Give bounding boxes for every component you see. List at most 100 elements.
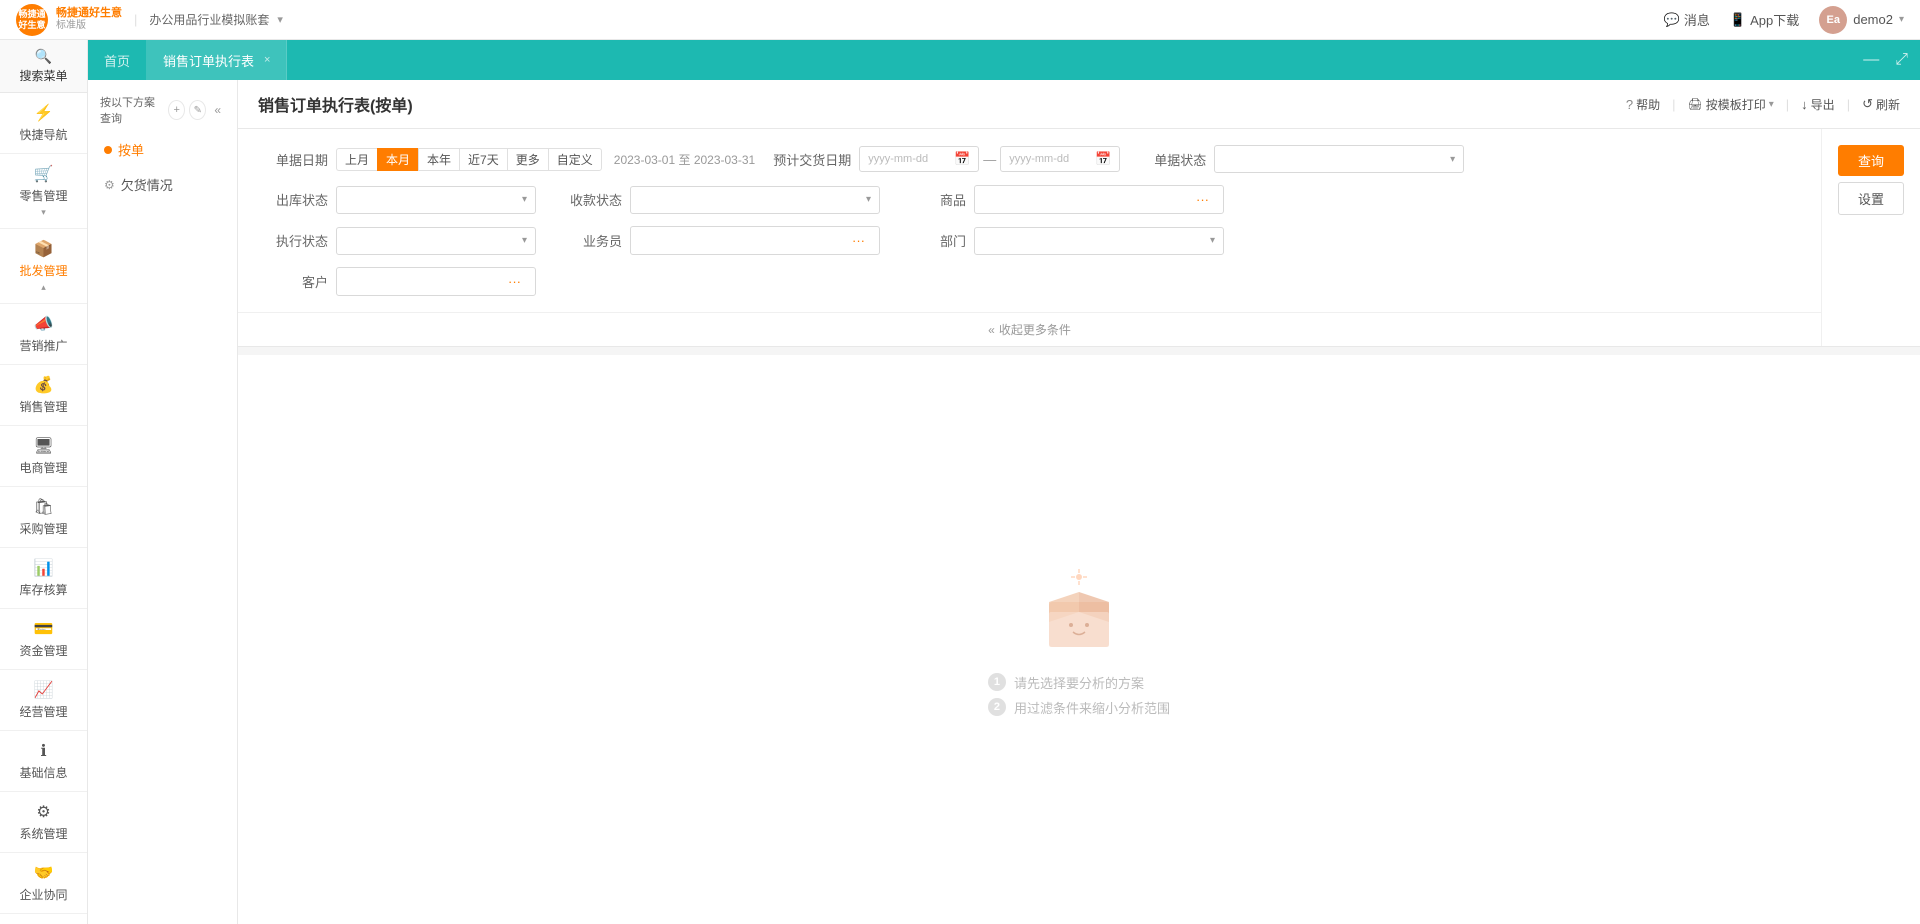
help-link[interactable]: ? 帮助 — [1626, 96, 1660, 113]
operations-icon: 📈 — [34, 680, 54, 700]
sidebar-item-wholesale[interactable]: 📦 批发管理 ▴ — [0, 229, 87, 304]
app-edition: 标准版 — [56, 20, 122, 32]
date-tab-last-month[interactable]: 上月 — [336, 148, 377, 171]
sidebar-item-retail[interactable]: 🛒 零售管理 ▾ — [0, 154, 87, 229]
filter-group-customer: 客户 ··· — [258, 267, 536, 296]
tab-minimize-btn[interactable]: — — [1859, 47, 1883, 73]
calendar-start-icon: 📅 — [954, 151, 970, 167]
sidebar-item-ecommerce[interactable]: 🖥 电商管理 — [0, 426, 87, 487]
print-link[interactable]: 🖨 按模板打印 ▾ — [1688, 96, 1774, 113]
tab-sales-order-exec[interactable]: 销售订单执行表 × — [147, 40, 287, 80]
sidebar-item-label: 零售管理 — [19, 187, 67, 204]
user-profile[interactable]: Ea demo2 ▾ — [1819, 6, 1904, 34]
collection-select[interactable]: ▾ — [630, 186, 880, 214]
system-dropdown-arrow[interactable]: ▾ — [277, 13, 283, 26]
product-more-btn[interactable]: ··· — [1190, 190, 1215, 209]
sidebar-item-operations[interactable]: 📈 经营管理 — [0, 670, 87, 731]
filter-group-status: 单据状态 ▾ — [1136, 145, 1464, 173]
tab-maximize-btn[interactable]: ⤢ — [1891, 47, 1912, 73]
sidebar: 🔍 搜索菜单 ⚡ 快捷导航 🛒 零售管理 ▾ 📦 批发管理 ▴ 📣 营销推广 💰… — [0, 40, 88, 924]
print-dropdown-arrow[interactable]: ▾ — [1769, 99, 1774, 110]
outbound-select[interactable]: ▾ — [336, 186, 536, 214]
tab-home[interactable]: 首页 — [88, 40, 147, 80]
salesperson-select[interactable]: ··· — [630, 226, 880, 255]
enterprise-icon: 🤝 — [34, 863, 54, 883]
top-bar: 畅捷通好生意 畅捷通好生意 标准版 | 办公用品行业模拟账套 ▾ 💬 消息 📱 … — [0, 0, 1920, 40]
sidebar-item-label: 资金管理 — [19, 642, 67, 659]
date-tab-more[interactable]: 更多 — [507, 148, 548, 171]
collapse-btn[interactable]: « 收起更多条件 — [980, 319, 1079, 340]
product-select[interactable]: ··· — [974, 185, 1224, 214]
date-input-group: yyyy-mm-dd 📅 — yyyy-mm-dd 📅 — [859, 146, 1120, 172]
date-input-start[interactable]: yyyy-mm-dd 📅 — [859, 146, 979, 172]
sub-nav-item-by-debt[interactable]: ⚙ 欠货情况 — [88, 167, 237, 202]
filter-group-product: 商品 ··· — [896, 185, 1224, 214]
sidebar-item-finance[interactable]: 💳 资金管理 — [0, 609, 87, 670]
date-tab-custom[interactable]: 自定义 — [548, 148, 602, 171]
date-range-text: 2023-03-01 至 2023-03-31 — [614, 151, 755, 168]
exec-select[interactable]: ▾ — [336, 227, 536, 255]
sidebar-item-inventory[interactable]: 📊 库存核算 — [0, 548, 87, 609]
ecommerce-icon: 🖥 — [33, 436, 53, 456]
filter-fields: 单据日期 上月 本月 本年 近7天 更多 自定义 — [238, 129, 1821, 346]
date-tab-this-month[interactable]: 本月 — [377, 148, 418, 171]
page-title: 销售订单执行表(按单) — [258, 92, 413, 128]
sidebar-search-label: 搜索菜单 — [4, 67, 83, 84]
sidebar-item-system[interactable]: ⚙ 系统管理 — [0, 792, 87, 853]
edit-icon: ✎ — [194, 105, 202, 116]
message-btn[interactable]: 💬 消息 — [1664, 10, 1710, 29]
filter-row-2: 出库状态 ▾ 收款状态 — [258, 185, 1801, 214]
sidebar-item-marketing[interactable]: 📣 营销推广 — [0, 304, 87, 365]
date-tab-last-7[interactable]: 近7天 — [459, 148, 507, 171]
sub-nav-edit-btn[interactable]: ✎ — [189, 100, 206, 120]
wholesale-icon: 📦 — [34, 239, 54, 259]
date-input-end[interactable]: yyyy-mm-dd 📅 — [1000, 146, 1120, 172]
content-area: 首页 销售订单执行表 × — ⤢ 按以下方案查询 + — [88, 40, 1920, 924]
basic-info-icon: ℹ — [40, 741, 46, 761]
sidebar-item-quick-nav[interactable]: ⚡ 快捷导航 — [0, 93, 87, 154]
sidebar-item-basic-info[interactable]: ℹ 基础信息 — [0, 731, 87, 792]
sidebar-item-label: 经营管理 — [19, 703, 67, 720]
sidebar-item-newbie[interactable]: 🎯 新手引导 — [0, 914, 87, 924]
dept-label: 部门 — [896, 231, 966, 250]
dept-select[interactable]: ▾ — [974, 227, 1224, 255]
empty-hint-1: 1 请先选择要分析的方案 — [988, 673, 1170, 692]
sub-nav-add-btn[interactable]: + — [168, 100, 185, 120]
filter-area: 单据日期 上月 本月 本年 近7天 更多 自定义 — [238, 129, 1821, 312]
sidebar-search[interactable]: 🔍 搜索菜单 — [0, 40, 87, 93]
empty-num-2: 2 — [988, 698, 1006, 716]
date-tab-this-year[interactable]: 本年 — [418, 148, 459, 171]
sub-nav-item-by-order[interactable]: 按单 — [88, 132, 237, 167]
sub-nav: 按以下方案查询 + ✎ « 按单 ⚙ 欠货情况 — [88, 80, 238, 924]
sub-nav-title: 按以下方案查询 — [100, 94, 164, 126]
customer-select[interactable]: ··· — [336, 267, 536, 296]
filter-group-date: 单据日期 上月 本月 本年 近7天 更多 自定义 — [258, 148, 755, 171]
wholesale-arrow: ▴ — [41, 282, 46, 293]
system-title[interactable]: 办公用品行业模拟账套 — [149, 11, 269, 28]
empty-illustration — [1029, 557, 1129, 657]
sidebar-item-label: 电商管理 — [19, 459, 67, 476]
sidebar-item-label: 营销推广 — [19, 337, 67, 354]
help-icon: ? — [1626, 97, 1633, 112]
settings-btn[interactable]: 设置 — [1838, 182, 1904, 215]
top-bar-actions: 💬 消息 📱 App下载 Ea demo2 ▾ — [1664, 6, 1904, 34]
sub-nav-collapse-btn[interactable]: « — [210, 101, 225, 119]
export-link[interactable]: ↓ 导出 — [1801, 96, 1835, 113]
status-select[interactable]: ▾ — [1214, 145, 1464, 173]
refresh-link[interactable]: ↺ 刷新 — [1862, 96, 1900, 113]
salesperson-more-btn[interactable]: ··· — [846, 231, 871, 250]
tab-close-btn[interactable]: × — [264, 54, 270, 66]
export-icon: ↓ — [1801, 97, 1808, 112]
query-btn[interactable]: 查询 — [1838, 145, 1904, 176]
app-download-btn[interactable]: 📱 App下载 — [1730, 10, 1799, 29]
retail-icon: 🛒 — [34, 164, 54, 184]
purchase-icon: 🛍 — [33, 497, 53, 517]
customer-more-btn[interactable]: ··· — [502, 272, 527, 291]
main-layout: 🔍 搜索菜单 ⚡ 快捷导航 🛒 零售管理 ▾ 📦 批发管理 ▴ 📣 营销推广 💰… — [0, 40, 1920, 924]
filter-group-outbound: 出库状态 ▾ — [258, 186, 536, 214]
status-select-arrow: ▾ — [1450, 154, 1455, 165]
sidebar-item-purchase[interactable]: 🛍 采购管理 — [0, 487, 87, 548]
empty-hint-2: 2 用过滤条件来缩小分析范围 — [988, 698, 1170, 717]
sidebar-item-enterprise[interactable]: 🤝 企业协同 — [0, 853, 87, 914]
sidebar-item-sales[interactable]: 💰 销售管理 — [0, 365, 87, 426]
